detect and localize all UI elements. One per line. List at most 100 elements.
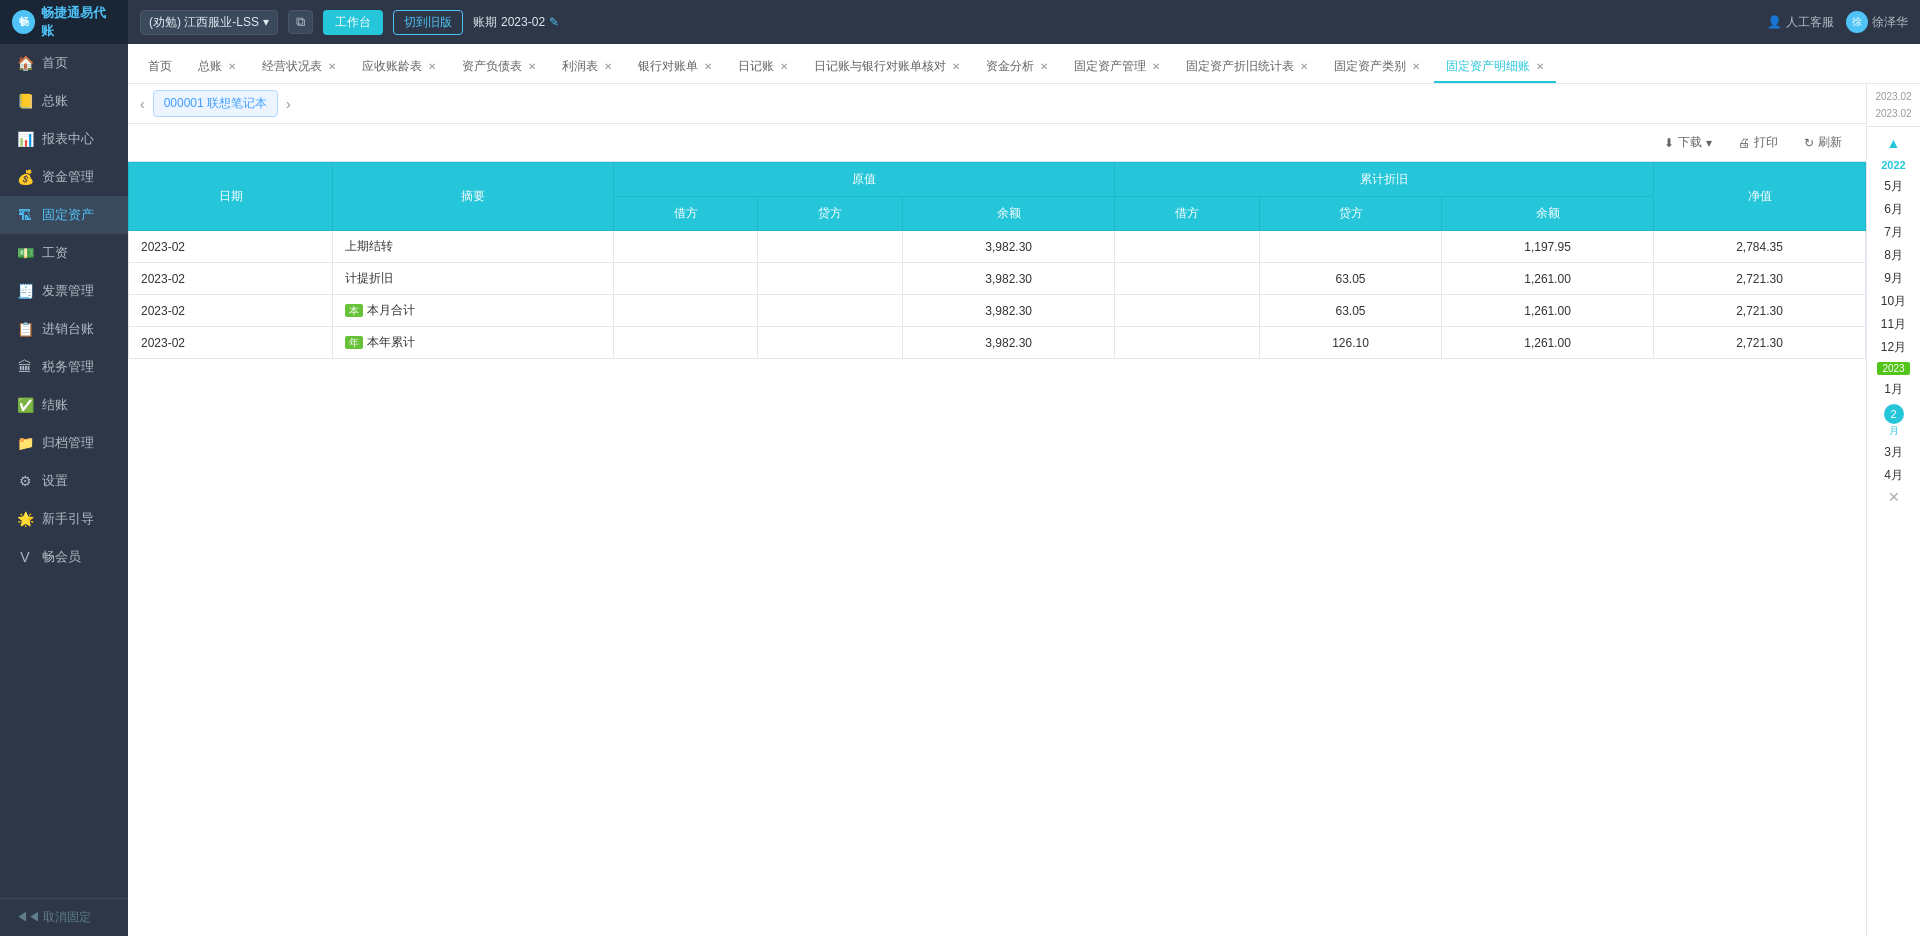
cell-acc-debit-1: [1115, 263, 1260, 295]
tab-label-11: 固定资产折旧统计表: [1186, 58, 1294, 75]
download-button[interactable]: ⬇ 下载 ▾: [1656, 130, 1720, 155]
tab-9[interactable]: 资金分析✕: [974, 52, 1060, 83]
chevron-down-icon: ▾: [1706, 136, 1712, 150]
sidebar-item-工资[interactable]: 💵工资: [0, 234, 128, 272]
month-8[interactable]: 8月: [1867, 244, 1920, 267]
tab-close-2[interactable]: ✕: [328, 61, 336, 72]
avatar-icon: 徐: [1846, 11, 1868, 33]
month-3[interactable]: 3月: [1867, 441, 1920, 464]
th-abstract: 摘要: [333, 163, 614, 231]
right-panel-date-1[interactable]: 2023.02: [1867, 88, 1920, 105]
year-2022: 2022: [1881, 155, 1905, 175]
tab-7[interactable]: 日记账✕: [726, 52, 800, 83]
cell-acc-balance-0: 1,197.95: [1442, 231, 1654, 263]
user-profile[interactable]: 徐 徐泽华: [1846, 11, 1908, 33]
tab-close-11[interactable]: ✕: [1300, 61, 1308, 72]
tab-close-3[interactable]: ✕: [428, 61, 436, 72]
tab-close-7[interactable]: ✕: [780, 61, 788, 72]
sidebar-label-10: 归档管理: [42, 434, 94, 452]
month-9[interactable]: 9月: [1867, 267, 1920, 290]
sidebar-label-6: 发票管理: [42, 282, 94, 300]
month-1[interactable]: 1月: [1867, 378, 1920, 401]
tab-close-8[interactable]: ✕: [952, 61, 960, 72]
cell-orig-debit-0: [613, 231, 758, 263]
copy-icon-btn[interactable]: ⧉: [288, 10, 313, 34]
right-panel-date-2[interactable]: 2023.02: [1867, 105, 1920, 122]
tab-label-2: 经营状况表: [262, 58, 322, 75]
tab-4[interactable]: 资产负债表✕: [450, 52, 548, 83]
sidebar-item-归档管理[interactable]: 📁归档管理: [0, 424, 128, 462]
sidebar: 畅 畅捷通易代账 🏠首页📒总账📊报表中心💰资金管理🏗固定资产💵工资 🧾 发票管理 📋进…: [0, 0, 128, 936]
sidebar-item-发票管理[interactable]: 🧾 发票管理: [0, 272, 128, 310]
tab-close-10[interactable]: ✕: [1152, 61, 1160, 72]
tab-10[interactable]: 固定资产管理✕: [1062, 52, 1172, 83]
cell-orig-balance-1: 3,982.30: [903, 263, 1115, 295]
cell-net-value-3: 2,721.30: [1654, 327, 1866, 359]
row-tag-2: 本: [345, 304, 363, 317]
app-logo: 畅 畅捷通易代账: [0, 0, 128, 44]
month-7[interactable]: 7月: [1867, 221, 1920, 244]
tab-5[interactable]: 利润表✕: [550, 52, 624, 83]
month-4[interactable]: 4月: [1867, 464, 1920, 487]
sidebar-icon-6: 🧾: [16, 283, 34, 299]
tab-12[interactable]: 固定资产类别✕: [1322, 52, 1432, 83]
sidebar-footer[interactable]: ◀◀ 取消固定: [0, 898, 128, 936]
table-row: 2023-02 计提折旧 3,982.30 63.05 1,261.00 2,7…: [129, 263, 1866, 295]
sidebar-item-资金管理[interactable]: 💰资金管理: [0, 158, 128, 196]
tab-label-13: 固定资产明细账: [1446, 58, 1530, 75]
tab-3[interactable]: 应收账龄表 ✕: [350, 52, 448, 83]
tab-6[interactable]: 银行对账单✕: [626, 52, 724, 83]
tab-close-6[interactable]: ✕: [704, 61, 712, 72]
up-arrow-icon[interactable]: ▲: [1887, 131, 1901, 155]
table-row: 2023-02 年本年累计 3,982.30 126.10 1,261.00 2…: [129, 327, 1866, 359]
close-panel-icon[interactable]: ✕: [1888, 487, 1900, 507]
sidebar-item-首页[interactable]: 🏠首页: [0, 44, 128, 82]
sidebar-item-设置[interactable]: ⚙设置: [0, 462, 128, 500]
sidebar-item-新手引导[interactable]: 🌟新手引导: [0, 500, 128, 538]
cell-orig-balance-2: 3,982.30: [903, 295, 1115, 327]
sidebar-item-进销台账[interactable]: 📋进销台账: [0, 310, 128, 348]
company-selector[interactable]: (劝勉) 江西服业-LSS ▾: [140, 10, 278, 35]
sub-tab-item[interactable]: 000001 联想笔记本: [153, 90, 278, 117]
table-row: 2023-02 本本月合计 3,982.30 63.05 1,261.00 2,…: [129, 295, 1866, 327]
tab-label-0: 首页: [148, 58, 172, 75]
tab-close-9[interactable]: ✕: [1040, 61, 1048, 72]
month-11[interactable]: 11月: [1867, 313, 1920, 336]
sidebar-item-固定资产[interactable]: 🏗固定资产: [0, 196, 128, 234]
month-12[interactable]: 12月: [1867, 336, 1920, 359]
tab-close-13[interactable]: ✕: [1536, 61, 1544, 72]
sidebar-item-结账[interactable]: ✅结账: [0, 386, 128, 424]
tab-0[interactable]: 首页: [136, 52, 184, 83]
tab-close-1[interactable]: ✕: [228, 61, 236, 72]
month-5[interactable]: 5月: [1867, 175, 1920, 198]
tab-close-5[interactable]: ✕: [604, 61, 612, 72]
tab-close-4[interactable]: ✕: [528, 61, 536, 72]
human-service[interactable]: 👤 人工客服: [1767, 14, 1834, 31]
tab-11[interactable]: 固定资产折旧统计表 ✕: [1174, 52, 1320, 83]
month-10[interactable]: 10月: [1867, 290, 1920, 313]
prev-subtab-icon[interactable]: ‹: [140, 96, 145, 112]
sidebar-icon-1: 📒: [16, 93, 34, 109]
tab-close-12[interactable]: ✕: [1412, 61, 1420, 72]
sidebar-item-畅会员[interactable]: V畅会员: [0, 538, 128, 576]
workspace-button[interactable]: 工作台: [323, 10, 383, 35]
tab-13[interactable]: 固定资产明细账 ✕: [1434, 52, 1556, 83]
refresh-button[interactable]: ↻ 刷新: [1796, 130, 1850, 155]
company-name: (劝勉) 江西服业-LSS: [149, 14, 259, 31]
sidebar-item-税务管理[interactable]: 🏛税务管理: [0, 348, 128, 386]
tab-8[interactable]: 日记账与银行对账单核对✕: [802, 52, 972, 83]
tab-1[interactable]: 总账✕: [186, 52, 248, 83]
month-6[interactable]: 6月: [1867, 198, 1920, 221]
tab-2[interactable]: 经营状况表 ✕: [250, 52, 348, 83]
sidebar-label-2: 报表中心: [42, 130, 94, 148]
logo-icon: 畅: [12, 10, 35, 34]
next-subtab-icon[interactable]: ›: [286, 96, 291, 112]
month-2-active[interactable]: 2 月: [1867, 401, 1920, 441]
switch-version-button[interactable]: 切到旧版: [393, 10, 463, 35]
sidebar-item-总账[interactable]: 📒总账: [0, 82, 128, 120]
edit-period-icon[interactable]: ✎: [549, 15, 559, 29]
sidebar-item-报表中心[interactable]: 📊报表中心: [0, 120, 128, 158]
tab-label-3: 应收账龄表: [362, 58, 422, 75]
th-acc-debit: 借方: [1115, 197, 1260, 231]
print-button[interactable]: 🖨 打印: [1730, 130, 1786, 155]
